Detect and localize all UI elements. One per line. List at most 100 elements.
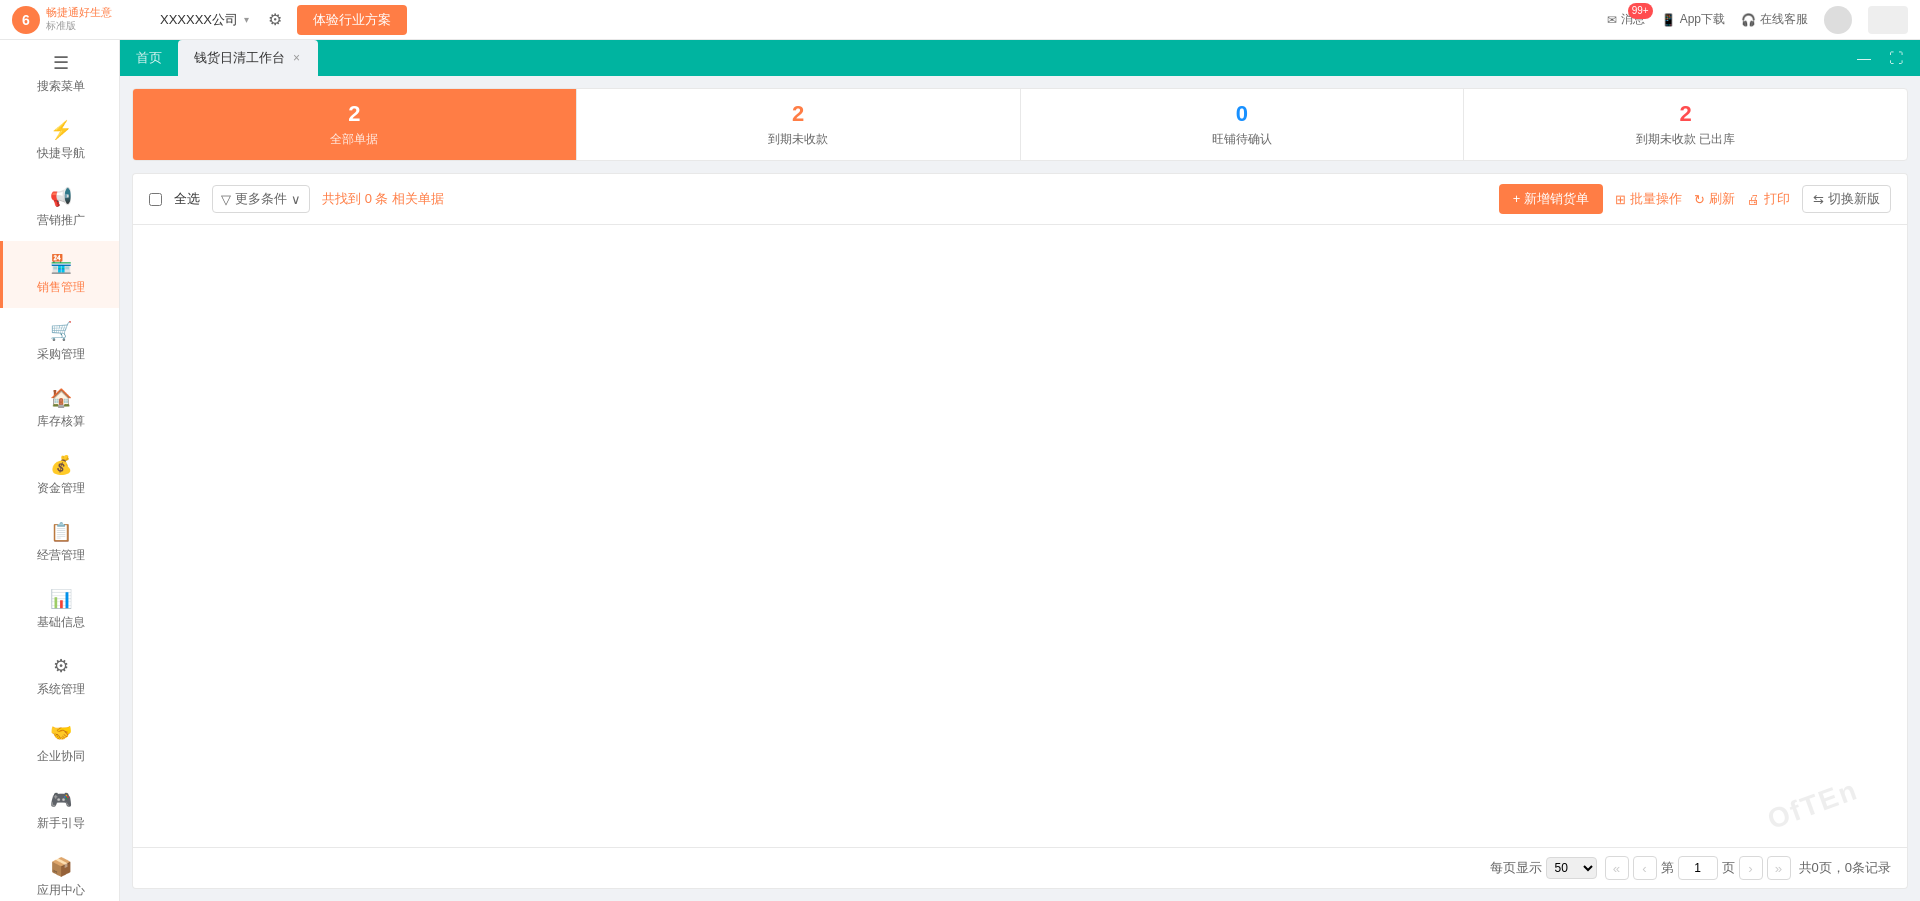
message-badge: 99+ bbox=[1628, 3, 1653, 19]
page-unit: 页 bbox=[1722, 859, 1735, 877]
stat-label-1: 到期未收款 bbox=[768, 131, 828, 148]
add-sales-order-button[interactable]: + 新增销货单 bbox=[1499, 184, 1603, 214]
stat-card-2[interactable]: 0 旺铺待确认 bbox=[1021, 89, 1465, 160]
select-all-checkbox[interactable] bbox=[149, 193, 162, 206]
tab-home[interactable]: 首页 bbox=[120, 40, 178, 76]
sidebar-icon-5: 🏠 bbox=[50, 387, 72, 409]
switch-label: 切换新版 bbox=[1828, 190, 1880, 208]
sidebar-icon-12: 📦 bbox=[50, 856, 72, 878]
tab-minimize-button[interactable]: — bbox=[1852, 46, 1876, 70]
tab-active[interactable]: 钱货日清工作台 × bbox=[178, 40, 318, 76]
logo-text-group: 畅捷通好生意 标准版 bbox=[46, 6, 112, 33]
sidebar-item-5[interactable]: 🏠 库存核算 bbox=[0, 375, 119, 442]
sidebar-icon-0: ☰ bbox=[53, 52, 69, 74]
sidebar-item-3[interactable]: 🏪 销售管理 bbox=[0, 241, 119, 308]
prev-page-button[interactable]: ‹ bbox=[1633, 856, 1657, 880]
sidebar-label-7: 经营管理 bbox=[37, 547, 85, 564]
sidebar-label-0: 搜索菜单 bbox=[37, 78, 85, 95]
stat-card-1[interactable]: 2 到期未收款 bbox=[577, 89, 1021, 160]
sidebar-label-3: 销售管理 bbox=[37, 279, 85, 296]
sidebar-label-12: 应用中心 bbox=[37, 882, 85, 899]
message-icon: ✉ bbox=[1607, 13, 1617, 27]
refresh-button[interactable]: ↻ 刷新 bbox=[1694, 190, 1735, 208]
stats-row: 2 全部单据2 到期未收款0 旺铺待确认2 到期未收款 已出库 bbox=[132, 88, 1908, 161]
toolbar-right: + 新增销货单 ⊞ 批量操作 ↻ 刷新 🖨 打印 ⇆ bbox=[1499, 184, 1891, 214]
sidebar: ☰ 搜索菜单⚡ 快捷导航📢 营销推广🏪 销售管理🛒 采购管理🏠 库存核算💰 资金… bbox=[0, 40, 120, 901]
filter-label: 更多条件 bbox=[235, 190, 287, 208]
company-selector[interactable]: XXXXXX公司 ▾ bbox=[152, 7, 257, 33]
stat-label-2: 旺铺待确认 bbox=[1212, 131, 1272, 148]
related-label: 相关单据 bbox=[392, 191, 444, 206]
sidebar-item-4[interactable]: 🛒 采购管理 bbox=[0, 308, 119, 375]
toolbar: 全选 ▽ 更多条件 ∨ 共找到 0 条 相关单据 + 新增销货单 ⊞ 批量操作 bbox=[132, 173, 1908, 224]
switch-icon: ⇆ bbox=[1813, 192, 1824, 207]
per-page-label: 每页显示 bbox=[1490, 859, 1542, 877]
service-icon: 🎧 bbox=[1741, 13, 1756, 27]
page-nav: « ‹ 第 页 › » bbox=[1605, 856, 1791, 880]
sidebar-icon-10: 🤝 bbox=[50, 722, 72, 744]
print-button[interactable]: 🖨 打印 bbox=[1747, 190, 1790, 208]
message-button[interactable]: ✉ 消息 99+ bbox=[1607, 11, 1645, 28]
tab-bar: 首页 钱货日清工作台 × — ⛶ bbox=[120, 40, 1920, 76]
trial-button[interactable]: 体验行业方案 bbox=[297, 5, 407, 35]
sidebar-item-10[interactable]: 🤝 企业协同 bbox=[0, 710, 119, 777]
sidebar-label-6: 资金管理 bbox=[37, 480, 85, 497]
sidebar-label-2: 营销推广 bbox=[37, 212, 85, 229]
top-right-area: ✉ 消息 99+ 📱 App下载 🎧 在线客服 bbox=[1607, 6, 1908, 34]
print-label: 打印 bbox=[1764, 190, 1790, 208]
logo-area: 6 畅捷通好生意 标准版 bbox=[12, 6, 132, 34]
found-text: 共找到 bbox=[322, 191, 361, 206]
sidebar-item-7[interactable]: 📋 经营管理 bbox=[0, 509, 119, 576]
sidebar-item-12[interactable]: 📦 应用中心 bbox=[0, 844, 119, 901]
batch-icon: ⊞ bbox=[1615, 192, 1626, 207]
sidebar-item-0[interactable]: ☰ 搜索菜单 bbox=[0, 40, 119, 107]
stat-card-3[interactable]: 2 到期未收款 已出库 bbox=[1464, 89, 1907, 160]
last-page-button[interactable]: » bbox=[1767, 856, 1791, 880]
next-page-button[interactable]: › bbox=[1739, 856, 1763, 880]
tab-close-button[interactable]: × bbox=[291, 51, 302, 65]
sidebar-icon-7: 📋 bbox=[50, 521, 72, 543]
online-service-button[interactable]: 🎧 在线客服 bbox=[1741, 11, 1808, 28]
sidebar-label-10: 企业协同 bbox=[37, 748, 85, 765]
sidebar-label-8: 基础信息 bbox=[37, 614, 85, 631]
phone-icon: 📱 bbox=[1661, 13, 1676, 27]
avatar[interactable] bbox=[1824, 6, 1852, 34]
sidebar-label-1: 快捷导航 bbox=[37, 145, 85, 162]
logo-icon: 6 bbox=[12, 6, 40, 34]
sidebar-icon-11: 🎮 bbox=[50, 789, 72, 811]
refresh-icon: ↻ bbox=[1694, 192, 1705, 207]
sidebar-item-11[interactable]: 🎮 新手引导 bbox=[0, 777, 119, 844]
filter-button[interactable]: ▽ 更多条件 ∨ bbox=[212, 185, 310, 213]
sidebar-label-4: 采购管理 bbox=[37, 346, 85, 363]
sidebar-item-1[interactable]: ⚡ 快捷导航 bbox=[0, 107, 119, 174]
batch-operation-button[interactable]: ⊞ 批量操作 bbox=[1615, 190, 1682, 208]
main-layout: ☰ 搜索菜单⚡ 快捷导航📢 营销推广🏪 销售管理🛒 采购管理🏠 库存核算💰 资金… bbox=[0, 40, 1920, 901]
main-content: 首页 钱货日清工作台 × — ⛶ 2 全部单据2 到期未收款 0 bbox=[120, 40, 1920, 901]
app-download-label: App下载 bbox=[1680, 11, 1725, 28]
user-name-display[interactable] bbox=[1868, 6, 1908, 34]
refresh-label: 刷新 bbox=[1709, 190, 1735, 208]
select-all-label: 全选 bbox=[174, 190, 200, 208]
batch-label: 批量操作 bbox=[1630, 190, 1682, 208]
stat-card-0[interactable]: 2 全部单据 bbox=[133, 89, 577, 160]
per-page-select[interactable]: 50 100 200 bbox=[1546, 857, 1597, 879]
top-bar: 6 畅捷通好生意 标准版 XXXXXX公司 ▾ ⚙ 体验行业方案 ✉ 消息 99… bbox=[0, 0, 1920, 40]
tab-active-label: 钱货日清工作台 bbox=[194, 49, 285, 67]
sidebar-item-6[interactable]: 💰 资金管理 bbox=[0, 442, 119, 509]
filter-chevron-icon: ∨ bbox=[291, 192, 301, 207]
sidebar-item-9[interactable]: ⚙ 系统管理 bbox=[0, 643, 119, 710]
sidebar-icon-1: ⚡ bbox=[50, 119, 72, 141]
found-number: 0 bbox=[365, 191, 372, 206]
switch-version-button[interactable]: ⇆ 切换新版 bbox=[1802, 185, 1891, 213]
sidebar-item-2[interactable]: 📢 营销推广 bbox=[0, 174, 119, 241]
first-page-button[interactable]: « bbox=[1605, 856, 1629, 880]
app-download-button[interactable]: 📱 App下载 bbox=[1661, 11, 1725, 28]
sidebar-item-8[interactable]: 📊 基础信息 bbox=[0, 576, 119, 643]
page-size-select: 每页显示 50 100 200 bbox=[1490, 857, 1597, 879]
found-unit: 条 bbox=[375, 191, 388, 206]
tab-maximize-button[interactable]: ⛶ bbox=[1884, 46, 1908, 70]
page-input[interactable] bbox=[1678, 856, 1718, 880]
settings-button[interactable]: ⚙ bbox=[261, 6, 289, 34]
sidebar-label-11: 新手引导 bbox=[37, 815, 85, 832]
company-name: XXXXXX公司 bbox=[160, 11, 238, 29]
